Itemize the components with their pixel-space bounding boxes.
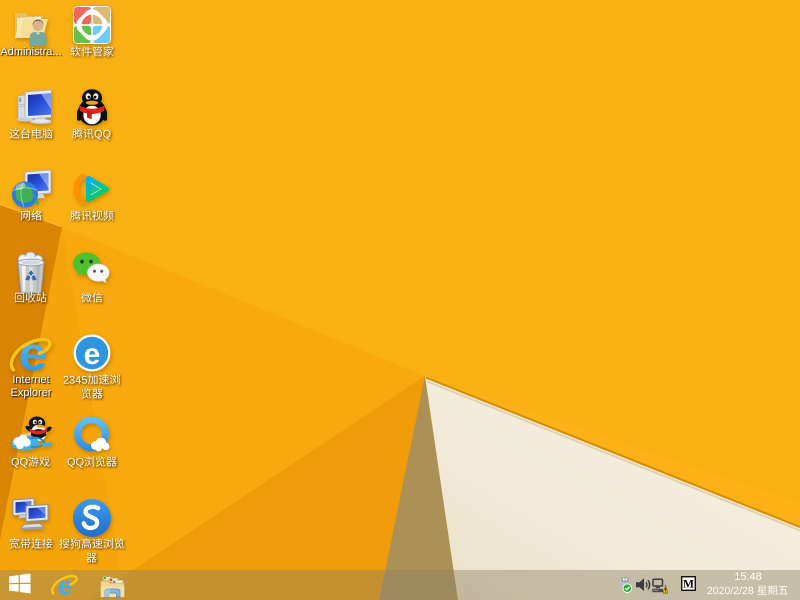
svg-text:M: M <box>683 579 694 591</box>
svg-text:e: e <box>84 338 101 371</box>
